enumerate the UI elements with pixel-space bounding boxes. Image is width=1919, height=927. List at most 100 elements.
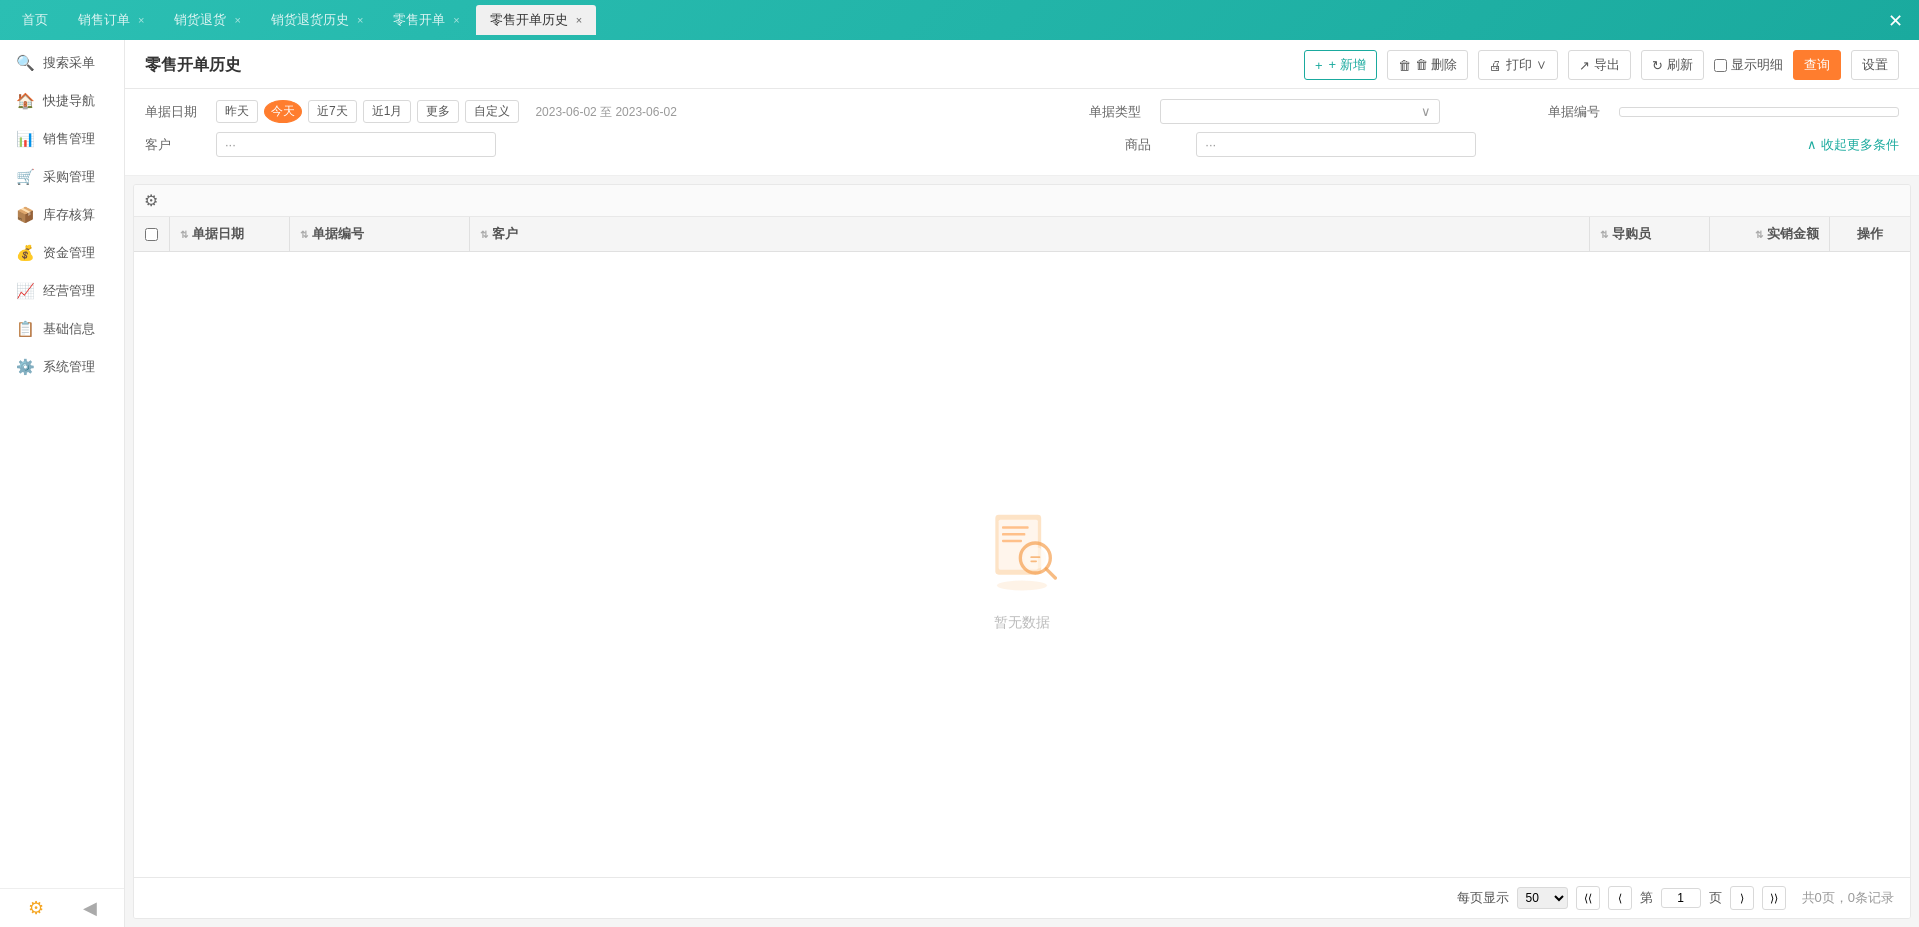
table-header: ⇅ 单据日期 ⇅ 单据编号 ⇅ 客户 ⇅ 导购员 ⇅ 实销金额 (134, 217, 1910, 252)
date-btn-today[interactable]: 今天 (264, 100, 302, 123)
per-page-select[interactable]: 50 10 20 100 (1517, 887, 1568, 909)
prev-page-button[interactable]: ⟨ (1608, 886, 1632, 910)
pagination: 每页显示 50 10 20 100 ⟨⟨ ⟨ 第 页 ⟩ ⟩⟩ 共0页，0条记录 (134, 877, 1910, 918)
col-header-number[interactable]: ⇅ 单据编号 (290, 217, 470, 251)
display-detail-checkbox[interactable]: 显示明细 (1714, 56, 1783, 74)
sidebar: 🔍 搜索采单 🏠 快捷导航 📊 销售管理 🛒 采购管理 📦 库存核算 💰 资金管… (0, 40, 125, 927)
export-button[interactable]: ↗ 导出 (1568, 50, 1631, 80)
sidebar-item-system[interactable]: ⚙️ 系统管理 (0, 348, 124, 386)
sidebar-label-inventory: 库存核算 (43, 206, 95, 224)
tab-sales-return-close[interactable]: × (234, 14, 240, 26)
empty-illustration (972, 498, 1072, 598)
tab-retail-open-history-label: 零售开单历史 (490, 11, 568, 29)
cart-icon: 🛒 (16, 168, 35, 186)
new-button[interactable]: + + 新增 (1304, 50, 1377, 80)
goods-dots: ··· (1205, 137, 1216, 152)
svg-rect-5 (1002, 539, 1022, 542)
sidebar-label-system: 系统管理 (43, 358, 95, 376)
info-icon: 📋 (16, 320, 35, 338)
sidebar-label-basic-info: 基础信息 (43, 320, 95, 338)
col-header-amount[interactable]: ⇅ 实销金额 (1710, 217, 1830, 251)
total-text: 共0页，0条记录 (1802, 889, 1894, 907)
sidebar-item-operations[interactable]: 📈 经营管理 (0, 272, 124, 310)
date-filter-label: 单据日期 (145, 103, 200, 121)
print-button[interactable]: 🖨 打印 ∨ (1478, 50, 1558, 80)
sidebar-bottom: ⚙ ◀ (0, 888, 124, 927)
sidebar-item-inventory[interactable]: 📦 库存核算 (0, 196, 124, 234)
last-page-button[interactable]: ⟩⟩ (1762, 886, 1786, 910)
page-suffix: 页 (1709, 889, 1722, 907)
collapse-up-icon: ∧ (1807, 137, 1817, 152)
table-toolbar: ⚙ (134, 185, 1910, 217)
delete-icon: 🗑 (1398, 58, 1411, 73)
page-number-input[interactable] (1661, 888, 1701, 908)
refresh-button[interactable]: ↻ 刷新 (1641, 50, 1704, 80)
box-icon: 📦 (16, 206, 35, 224)
sidebar-item-quick-nav[interactable]: 🏠 快捷导航 (0, 82, 124, 120)
col-header-customer[interactable]: ⇅ 客户 (470, 217, 1590, 251)
number-filter-input[interactable] (1619, 107, 1899, 117)
tab-sales-order[interactable]: 销售订单 × (64, 5, 158, 35)
window-close-icon[interactable]: ✕ (1888, 10, 1903, 32)
col-header-salesperson[interactable]: ⇅ 导购员 (1590, 217, 1710, 251)
date-btn-1month[interactable]: 近1月 (363, 100, 412, 123)
customer-dots: ··· (225, 137, 236, 152)
operations-icon: 📈 (16, 282, 35, 300)
home-icon: 🏠 (16, 92, 35, 110)
settings-bottom-icon[interactable]: ⚙ (28, 897, 44, 919)
query-button[interactable]: 查询 (1793, 50, 1841, 80)
svg-rect-4 (1002, 533, 1025, 536)
type-filter-label: 单据类型 (1089, 103, 1144, 121)
col-header-action: 操作 (1830, 217, 1910, 251)
new-icon: + (1315, 58, 1323, 73)
collapse-filter-button[interactable]: ∧ 收起更多条件 (1807, 136, 1899, 154)
sort-icon: ⇅ (180, 229, 188, 240)
delete-button[interactable]: 🗑 🗑 删除 (1387, 50, 1469, 80)
number-filter-label: 单据编号 (1548, 103, 1603, 121)
select-all-checkbox[interactable] (145, 228, 158, 241)
sidebar-label-purchase: 采购管理 (43, 168, 95, 186)
tab-retail-open[interactable]: 零售开单 × (379, 5, 473, 35)
tab-retail-open-history[interactable]: 零售开单历史 × (476, 5, 596, 35)
sidebar-item-search[interactable]: 🔍 搜索采单 (0, 44, 124, 82)
export-icon: ↗ (1579, 58, 1590, 73)
sidebar-item-purchase[interactable]: 🛒 采购管理 (0, 158, 124, 196)
collapse-sidebar-icon[interactable]: ◀ (83, 897, 97, 919)
tab-retail-open-close[interactable]: × (453, 14, 459, 26)
tab-sales-order-close[interactable]: × (138, 14, 144, 26)
svg-rect-3 (1002, 526, 1029, 529)
table-settings-icon[interactable]: ⚙ (144, 191, 158, 210)
tab-retail-open-history-close[interactable]: × (576, 14, 582, 26)
date-btn-custom[interactable]: 自定义 (465, 100, 519, 123)
table-container: ⚙ ⇅ 单据日期 ⇅ 单据编号 ⇅ 客户 (133, 184, 1911, 919)
goods-filter-input[interactable]: ··· (1196, 132, 1476, 157)
tab-sales-return-history[interactable]: 销货退货历史 × (257, 5, 377, 35)
sidebar-label-search: 搜索采单 (43, 54, 95, 72)
filter-area: 单据日期 昨天 今天 近7天 近1月 更多 自定义 2023-06-02 至 2… (125, 89, 1919, 176)
first-page-button[interactable]: ⟨⟨ (1576, 886, 1600, 910)
chart-icon: 📊 (16, 130, 35, 148)
next-page-button[interactable]: ⟩ (1730, 886, 1754, 910)
sidebar-item-sales[interactable]: 📊 销售管理 (0, 120, 124, 158)
sidebar-item-finance[interactable]: 💰 资金管理 (0, 234, 124, 272)
date-btn-more[interactable]: 更多 (417, 100, 459, 123)
tab-sales-return[interactable]: 销货退货 × (160, 5, 254, 35)
customer-filter-label: 客户 (145, 136, 200, 154)
sidebar-label-finance: 资金管理 (43, 244, 95, 262)
empty-text: 暂无数据 (994, 614, 1050, 632)
sidebar-item-basic-info[interactable]: 📋 基础信息 (0, 310, 124, 348)
svg-line-8 (1046, 568, 1055, 577)
settings-button[interactable]: 设置 (1851, 50, 1899, 80)
date-btn-yesterday[interactable]: 昨天 (216, 100, 258, 123)
tab-sales-return-history-close[interactable]: × (357, 14, 363, 26)
customer-filter-input[interactable]: ··· (216, 132, 496, 157)
sidebar-label-operations: 经营管理 (43, 282, 95, 300)
per-page-label: 每页显示 (1457, 889, 1509, 907)
col-header-date[interactable]: ⇅ 单据日期 (170, 217, 290, 251)
sort-icon-customer: ⇅ (480, 229, 488, 240)
date-btn-7days[interactable]: 近7天 (308, 100, 357, 123)
type-filter-select[interactable]: ∨ (1160, 99, 1440, 124)
tab-home-label: 首页 (22, 11, 48, 29)
tab-home[interactable]: 首页 (8, 5, 62, 35)
chevron-down-icon: ∨ (1421, 104, 1431, 119)
